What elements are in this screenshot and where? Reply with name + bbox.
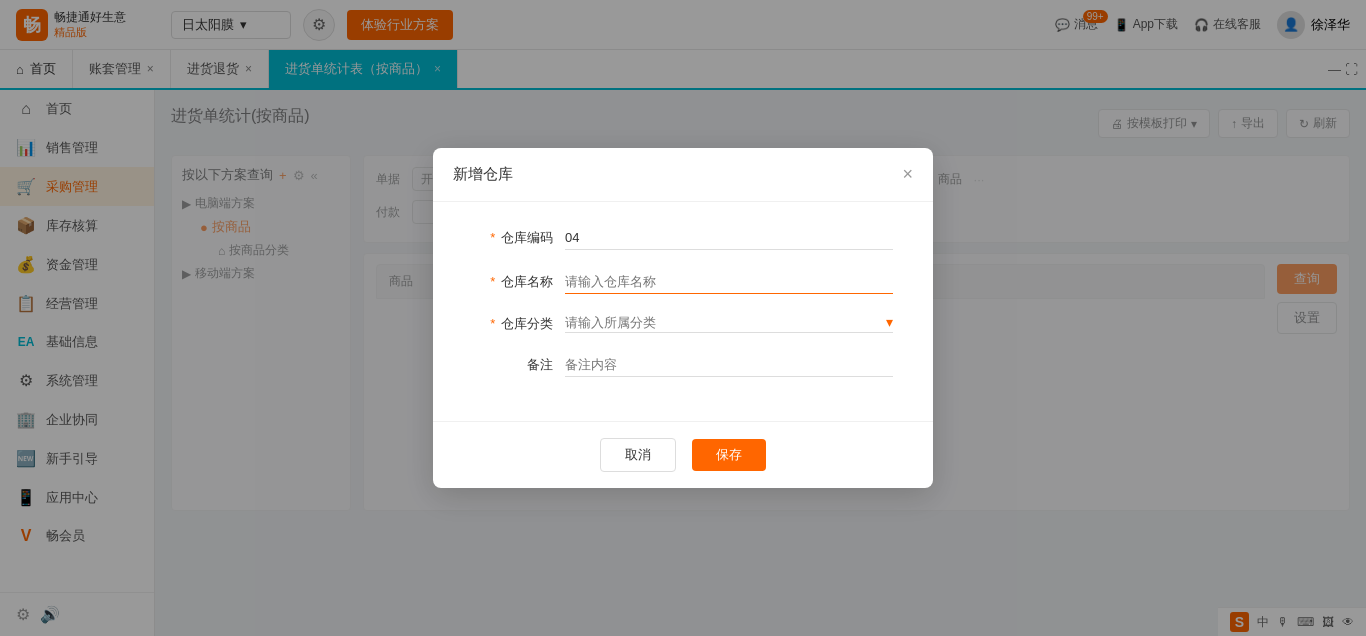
save-button[interactable]: 保存 (692, 439, 766, 471)
required-star-name: * (490, 274, 495, 289)
category-label: * 仓库分类 (473, 315, 553, 333)
name-label: * 仓库名称 (473, 273, 553, 291)
category-input-wrapper: ▾ (565, 314, 893, 333)
note-input[interactable] (565, 353, 893, 377)
form-row-code: * 仓库编码 (473, 226, 893, 250)
name-input[interactable] (565, 270, 893, 294)
category-label-text: 仓库分类 (501, 316, 553, 331)
form-row-category: * 仓库分类 ▾ (473, 314, 893, 333)
form-row-note: 备注 (473, 353, 893, 377)
dialog-close-button[interactable]: × (902, 164, 913, 185)
modal-overlay[interactable]: 新增仓库 × * 仓库编码 * 仓库名称 (0, 0, 1366, 636)
dialog-body: * 仓库编码 * 仓库名称 * 仓库分类 (433, 202, 933, 421)
code-label: * 仓库编码 (473, 229, 553, 247)
category-dropdown-arrow[interactable]: ▾ (886, 314, 893, 330)
dialog-title: 新增仓库 (453, 165, 513, 184)
code-input[interactable] (565, 226, 893, 250)
dialog-footer: 取消 保存 (433, 421, 933, 488)
category-input[interactable] (565, 315, 886, 330)
note-label: 备注 (473, 356, 553, 374)
code-label-text: 仓库编码 (501, 230, 553, 245)
required-star-code: * (490, 230, 495, 245)
form-row-name: * 仓库名称 (473, 270, 893, 294)
name-label-text: 仓库名称 (501, 274, 553, 289)
required-star-category: * (490, 316, 495, 331)
cancel-button[interactable]: 取消 (600, 438, 676, 472)
new-warehouse-dialog: 新增仓库 × * 仓库编码 * 仓库名称 (433, 148, 933, 488)
note-label-text: 备注 (527, 357, 553, 372)
dialog-header: 新增仓库 × (433, 148, 933, 202)
